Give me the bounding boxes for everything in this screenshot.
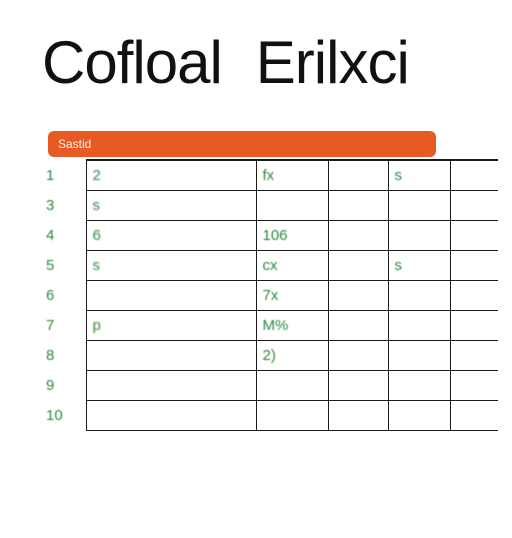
cell[interactable]	[388, 400, 450, 430]
row-number: 8	[42, 340, 86, 370]
sheet-header-label: Sastid	[58, 137, 91, 151]
cell[interactable]	[388, 370, 450, 400]
cell[interactable]: p	[86, 310, 256, 340]
row-number: 6	[42, 280, 86, 310]
table-row: 4 6 106	[42, 220, 498, 250]
cell[interactable]: fx	[256, 160, 328, 190]
cell[interactable]: 6	[86, 220, 256, 250]
cell[interactable]	[86, 280, 256, 310]
cell[interactable]: cx	[256, 250, 328, 280]
table-row: 9	[42, 370, 498, 400]
cell[interactable]	[388, 220, 450, 250]
cell[interactable]: s	[388, 160, 450, 190]
page-title: Cofloal Erilxci	[42, 28, 490, 97]
cell[interactable]	[86, 340, 256, 370]
cell[interactable]	[86, 400, 256, 430]
cell[interactable]: 106	[256, 220, 328, 250]
row-number: 9	[42, 370, 86, 400]
cell[interactable]	[388, 280, 450, 310]
cell[interactable]	[328, 370, 388, 400]
cell[interactable]	[388, 310, 450, 340]
table-row: 7 p M%	[42, 310, 498, 340]
row-number: 4	[42, 220, 86, 250]
row-number: 7	[42, 310, 86, 340]
row-number: 5	[42, 250, 86, 280]
cell[interactable]	[450, 220, 498, 250]
row-number: 10	[42, 400, 86, 430]
cell[interactable]	[450, 400, 498, 430]
cell[interactable]	[450, 280, 498, 310]
cell[interactable]	[328, 280, 388, 310]
cell[interactable]	[450, 370, 498, 400]
table-row: 10	[42, 400, 498, 430]
cell[interactable]	[328, 190, 388, 220]
cell[interactable]: s	[388, 250, 450, 280]
table-row: 8 2)	[42, 340, 498, 370]
cell[interactable]	[86, 370, 256, 400]
cell[interactable]	[328, 400, 388, 430]
spreadsheet: Sastid 1 2 fx s 3 s	[42, 131, 490, 431]
cell[interactable]	[328, 340, 388, 370]
cell[interactable]	[450, 250, 498, 280]
cell[interactable]: 2)	[256, 340, 328, 370]
cell[interactable]	[328, 250, 388, 280]
cell[interactable]	[328, 220, 388, 250]
cell[interactable]: 7x	[256, 280, 328, 310]
cell[interactable]	[328, 310, 388, 340]
cell[interactable]	[450, 310, 498, 340]
table-row: 6 7x	[42, 280, 498, 310]
title-word-1: Cofloal	[42, 29, 222, 96]
cell[interactable]	[388, 190, 450, 220]
table-row: 3 s	[42, 190, 498, 220]
cell[interactable]	[256, 370, 328, 400]
cell[interactable]: M%	[256, 310, 328, 340]
table-row: 1 2 fx s	[42, 160, 498, 190]
table-row: 5 s cx s	[42, 250, 498, 280]
title-word-2: Erilxci	[256, 29, 409, 96]
cell[interactable]	[450, 160, 498, 190]
grid[interactable]: 1 2 fx s 3 s 4 6 1	[42, 159, 498, 431]
cell[interactable]	[328, 160, 388, 190]
cell[interactable]	[256, 400, 328, 430]
row-number: 1	[42, 160, 86, 190]
cell[interactable]	[388, 340, 450, 370]
cell[interactable]	[450, 340, 498, 370]
cell[interactable]: 2	[86, 160, 256, 190]
row-number: 3	[42, 190, 86, 220]
cell[interactable]: s	[86, 190, 256, 220]
sheet-header-bar[interactable]: Sastid	[48, 131, 436, 157]
cell[interactable]: s	[86, 250, 256, 280]
cell[interactable]	[256, 190, 328, 220]
cell[interactable]	[450, 190, 498, 220]
